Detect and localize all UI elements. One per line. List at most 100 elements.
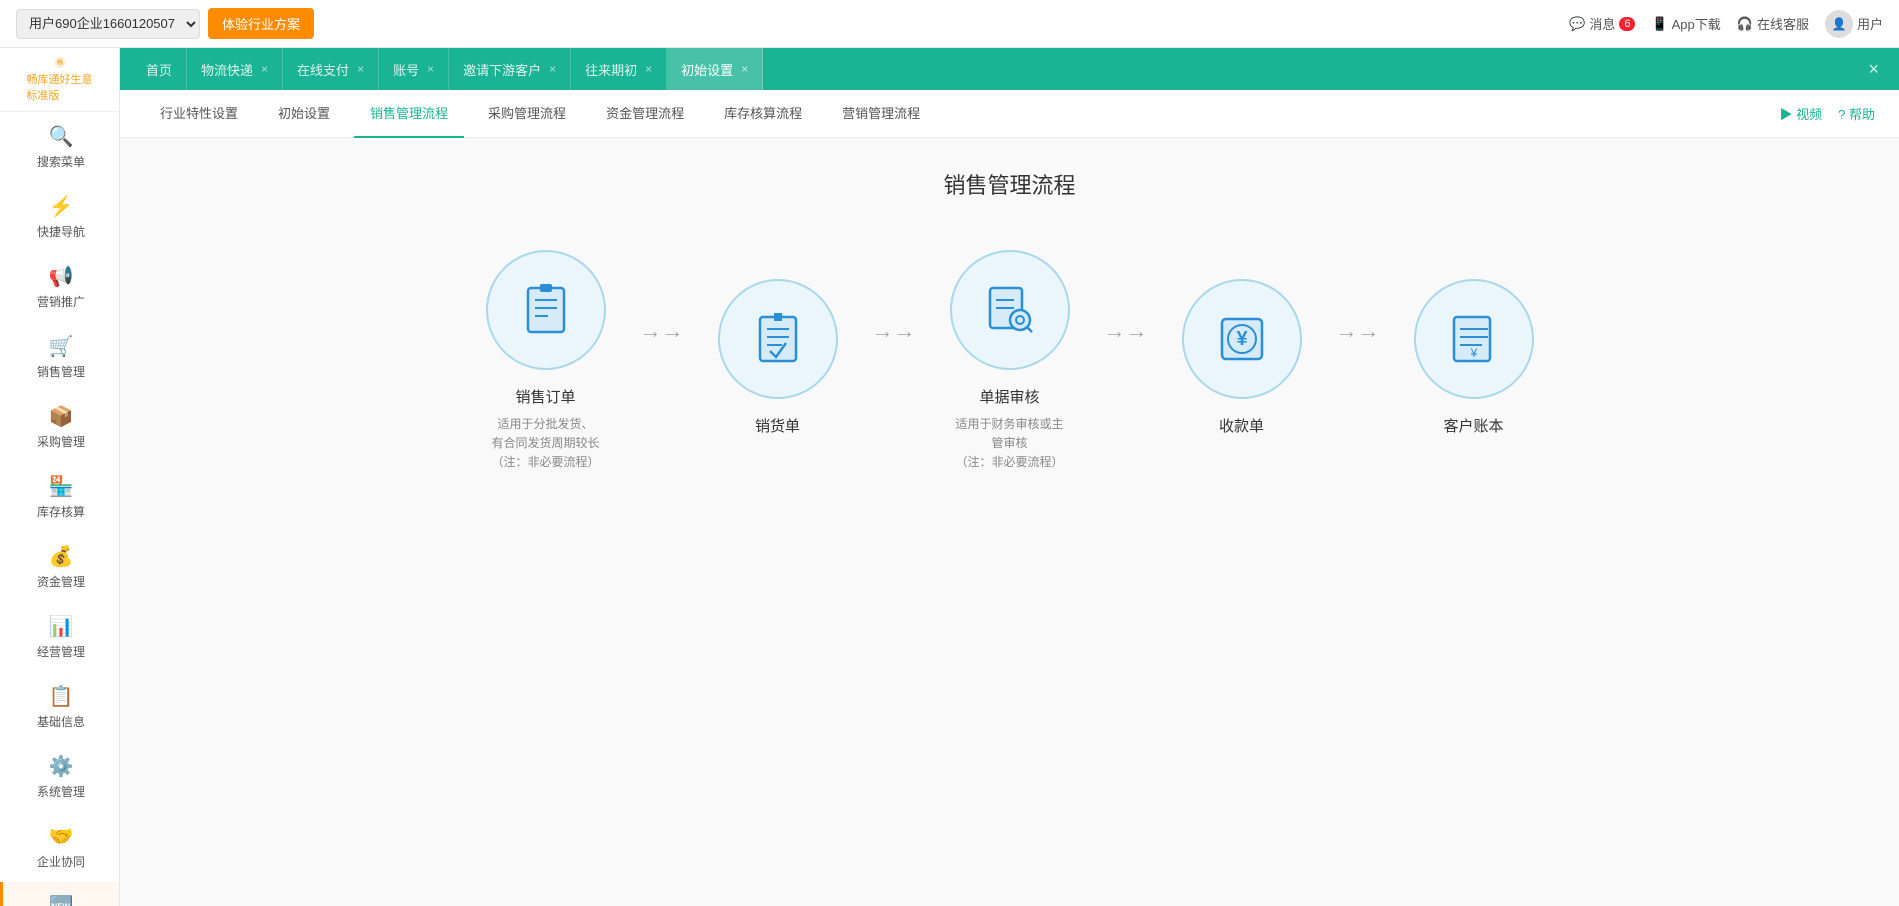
- brand-logo-icon: 畅: [42, 56, 78, 69]
- top-bar-right: 💬 消息 6 📱 App下载 🎧 在线客服 👤 用户: [1569, 10, 1883, 38]
- flow-arrow-1: →→: [640, 318, 684, 404]
- sidebar-logo: 畅 畅库通好生意 标准版: [0, 48, 119, 112]
- sidebar-item-corp[interactable]: 🤝 企业协同: [0, 812, 119, 882]
- page-title: 销售管理流程: [160, 168, 1859, 200]
- nav-tabs: 首页 物流快递 × 在线支付 × 账号 × 邀请下游客户 × 往来期初 ×: [120, 48, 1899, 90]
- sub-tab-initial[interactable]: 初始设置: [262, 90, 346, 138]
- flow-desc-doc-review: 适用于财务审核或主管审核（注：非必要流程）: [955, 415, 1063, 473]
- flow-label-sales-invoice: 销货单: [755, 415, 800, 436]
- sidebar-item-purchase[interactable]: 📦 采购管理: [0, 392, 119, 462]
- message-icon: 💬: [1569, 16, 1585, 32]
- corp-icon: 🤝: [49, 824, 74, 849]
- flow-circle-doc-review: [950, 250, 1070, 370]
- sub-tab-purchase-flow[interactable]: 采购管理流程: [472, 90, 582, 138]
- svg-text:¥: ¥: [1236, 328, 1248, 350]
- search-icon: 🔍: [49, 124, 74, 149]
- sub-tab-marketing-flow[interactable]: 营销管理流程: [826, 90, 936, 138]
- flow-step-receipt: ¥ 收款单: [1152, 279, 1332, 444]
- sidebar-item-marketing[interactable]: 📢 营销推广: [0, 252, 119, 322]
- flow-step-sales-invoice: 销货单: [688, 279, 868, 444]
- flow-circle-customer-account: ¥: [1414, 279, 1534, 399]
- tab-home[interactable]: 首页: [132, 48, 187, 90]
- quick-icon: ⚡: [49, 194, 74, 219]
- tab-close-invite[interactable]: ×: [549, 62, 556, 76]
- sidebar-item-stock[interactable]: 🏪 库存核算: [0, 462, 119, 532]
- main-layout: 畅 畅库通好生意 标准版 🔍 搜索菜单 ⚡ 快捷导航 📢 营销推广 🛒 销售管理…: [0, 48, 1899, 906]
- help-button[interactable]: ? 帮助: [1838, 104, 1875, 123]
- receipt-icon: ¥: [1214, 311, 1270, 367]
- message-item[interactable]: 💬 消息 6: [1569, 14, 1635, 33]
- flow-step-customer-account: ¥ 客户账本: [1384, 279, 1564, 444]
- operation-icon: 📊: [49, 614, 74, 639]
- system-icon: ⚙️: [49, 754, 74, 779]
- tab-invite[interactable]: 邀请下游客户 ×: [449, 48, 571, 90]
- customer-service-item[interactable]: 🎧 在线客服: [1737, 14, 1809, 33]
- svg-text:¥: ¥: [1469, 346, 1477, 360]
- sidebar: 畅 畅库通好生意 标准版 🔍 搜索菜单 ⚡ 快捷导航 📢 营销推广 🛒 销售管理…: [0, 48, 120, 906]
- flow-circle-sales-order: [486, 250, 606, 370]
- tab-payment[interactable]: 在线支付 ×: [283, 48, 379, 90]
- sidebar-item-search[interactable]: 🔍 搜索菜单: [0, 112, 119, 182]
- flow-circle-receipt: ¥: [1182, 279, 1302, 399]
- try-industry-button[interactable]: 体验行业方案: [208, 8, 314, 39]
- flow-desc-sales-order: 适用于分批发货、有合同发货周期较长（注：非必要流程）: [491, 415, 599, 473]
- flow-circle-sales-invoice: [718, 279, 838, 399]
- marketing-icon: 📢: [49, 264, 74, 289]
- tab-initial-setup[interactable]: 初始设置 ×: [667, 48, 763, 90]
- flow-step-sales-order: 销售订单 适用于分批发货、有合同发货周期较长（注：非必要流程）: [456, 250, 636, 473]
- flow-arrow-4: →→: [1336, 318, 1380, 404]
- sub-tab-industry[interactable]: 行业特性设置: [144, 90, 254, 138]
- sidebar-item-quick[interactable]: ⚡ 快捷导航: [0, 182, 119, 252]
- sub-tab-sales-flow[interactable]: 销售管理流程: [354, 90, 464, 138]
- tab-account[interactable]: 账号 ×: [379, 48, 449, 90]
- content-area: 行业特性设置 初始设置 销售管理流程 采购管理流程 资金管理流程 库存核算流程: [120, 90, 1899, 906]
- flow-label-receipt: 收款单: [1219, 415, 1264, 436]
- tab-logistics[interactable]: 物流快递 ×: [187, 48, 283, 90]
- flow-arrow-2: →→: [872, 318, 916, 404]
- sales-invoice-icon: [750, 311, 806, 367]
- tab-close-logistics[interactable]: ×: [261, 62, 268, 76]
- user-selector[interactable]: 用户690企业1660120507: [16, 9, 200, 39]
- app-download-item[interactable]: 📱 App下载: [1651, 14, 1720, 33]
- tab-close-period[interactable]: ×: [645, 62, 652, 76]
- help-icon: ?: [1838, 107, 1845, 122]
- tab-close-payment[interactable]: ×: [357, 62, 364, 76]
- stock-icon: 🏪: [49, 474, 74, 499]
- video-help-button[interactable]: ▶ 视频: [1779, 104, 1822, 123]
- app-icon: 📱: [1651, 16, 1667, 32]
- tab-close-account[interactable]: ×: [427, 62, 434, 76]
- flow-label-customer-account: 客户账本: [1443, 415, 1503, 436]
- sidebar-item-operation[interactable]: 📊 经营管理: [0, 602, 119, 672]
- user-profile-item[interactable]: 👤 用户: [1825, 10, 1883, 38]
- service-icon: 🎧: [1737, 16, 1753, 32]
- video-icon: ▶: [1779, 107, 1792, 122]
- tab-period[interactable]: 往来期初 ×: [571, 48, 667, 90]
- message-badge: 6: [1619, 17, 1635, 31]
- sidebar-item-sales[interactable]: 🛒 销售管理: [0, 322, 119, 392]
- flow-step-doc-review: 单据审核 适用于财务审核或主管审核（注：非必要流程）: [920, 250, 1100, 473]
- flow-arrow-3: →→: [1104, 318, 1148, 404]
- doc-review-icon: [982, 282, 1038, 338]
- sub-tab-actions: ▶ 视频 ? 帮助: [1779, 104, 1875, 123]
- avatar: 👤: [1825, 10, 1853, 38]
- sidebar-item-finance[interactable]: 💰 资金管理: [0, 532, 119, 602]
- right-area: 首页 物流快递 × 在线支付 × 账号 × 邀请下游客户 × 往来期初 ×: [120, 48, 1899, 906]
- sub-tab-stock-flow[interactable]: 库存核算流程: [708, 90, 818, 138]
- finance-icon: 💰: [49, 544, 74, 569]
- sidebar-item-basic[interactable]: 📋 基础信息: [0, 672, 119, 742]
- top-bar: 用户690企业1660120507 体验行业方案 💬 消息 6 📱 App下载 …: [0, 0, 1899, 48]
- top-bar-left: 用户690企业1660120507 体验行业方案: [16, 8, 314, 39]
- sub-tab-finance-flow[interactable]: 资金管理流程: [590, 90, 700, 138]
- logo-name: 畅库通好生意 标准版: [27, 71, 93, 103]
- flow-label-sales-order: 销售订单: [515, 386, 575, 407]
- page-content: 销售管理流程: [120, 138, 1899, 523]
- sales-order-icon: [518, 282, 574, 338]
- basic-icon: 📋: [49, 684, 74, 709]
- sidebar-item-guide[interactable]: 🆕 新手引导: [0, 882, 119, 906]
- close-all-tabs-button[interactable]: ×: [1860, 59, 1887, 80]
- sidebar-item-system[interactable]: ⚙️ 系统管理: [0, 742, 119, 812]
- flow-diagram: 销售订单 适用于分批发货、有合同发货周期较长（注：非必要流程） →→: [160, 250, 1859, 473]
- tab-close-initial[interactable]: ×: [741, 62, 748, 76]
- guide-icon: 🆕: [49, 894, 74, 906]
- flow-label-doc-review: 单据审核: [979, 386, 1039, 407]
